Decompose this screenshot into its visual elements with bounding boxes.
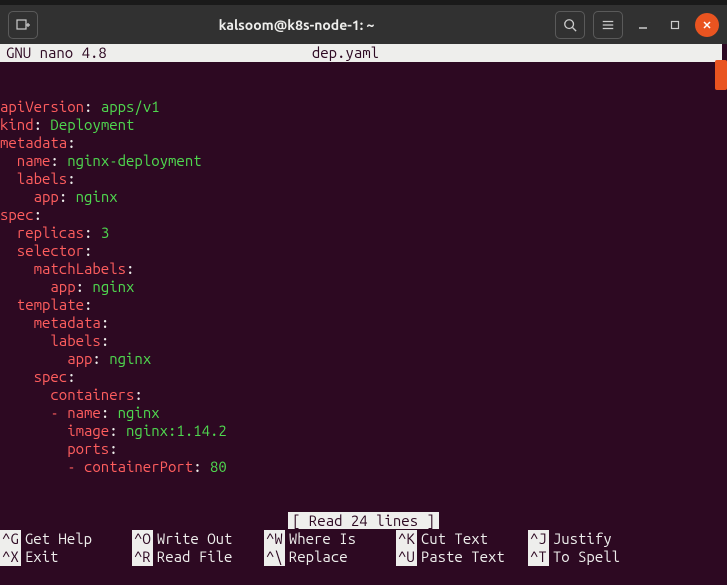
search-icon xyxy=(563,18,577,32)
code-line: metadata: xyxy=(0,134,727,152)
code-line: kind: Deployment xyxy=(0,116,727,134)
shortcut-label: Where Is xyxy=(289,530,356,548)
shortcut-key: ^T xyxy=(528,548,549,566)
status-line: [ Read 24 lines ] xyxy=(0,512,727,530)
code-line: spec: xyxy=(0,206,727,224)
shortcut-key: ^K xyxy=(396,530,417,548)
editor-content[interactable]: apiVersion: apps/v1kind: Deploymentmetad… xyxy=(0,62,727,512)
code-line: spec: xyxy=(0,368,727,386)
minimize-button[interactable] xyxy=(631,13,655,37)
menu-button[interactable] xyxy=(593,11,623,39)
code-line: selector: xyxy=(0,242,727,260)
scrollbar-thumb[interactable] xyxy=(715,60,727,90)
code-line: name: nginx-deployment xyxy=(0,152,727,170)
titlebar-right xyxy=(555,11,719,39)
shortcut-item: ^RRead File xyxy=(132,548,264,566)
shortcut-key: ^\ xyxy=(264,548,285,566)
code-line: image: nginx:1.14.2 xyxy=(0,422,727,440)
code-line: - name: nginx xyxy=(0,404,727,422)
status-message: [ Read 24 lines ] xyxy=(288,512,439,529)
code-line: containers: xyxy=(0,386,727,404)
shortcut-label: Get Help xyxy=(25,530,92,548)
shortcut-item: ^XExit xyxy=(0,548,132,566)
code-line: app: nginx xyxy=(0,350,727,368)
code-line: - containerPort: 80 xyxy=(0,458,727,476)
shortcut-item: ^JJustify xyxy=(528,530,660,548)
shortcut-label: Write Out xyxy=(157,530,233,548)
shortcut-label: To Spell xyxy=(553,548,620,566)
new-tab-button[interactable] xyxy=(8,11,38,39)
maximize-icon xyxy=(670,20,680,30)
titlebar-left xyxy=(8,11,38,39)
shortcut-item: ^KCut Text xyxy=(396,530,528,548)
nano-app-name: GNU nano 4.8 xyxy=(6,44,107,62)
shortcut-key: ^X xyxy=(0,548,21,566)
code-line: app: nginx xyxy=(0,188,727,206)
maximize-button[interactable] xyxy=(663,13,687,37)
tab-plus-icon xyxy=(15,17,31,33)
code-line: app: nginx xyxy=(0,278,727,296)
shortcut-label: Replace xyxy=(289,548,348,566)
shortcut-item: ^UPaste Text xyxy=(396,548,528,566)
code-line: replicas: 3 xyxy=(0,224,727,242)
window-title: kalsoom@k8s-node-1: ~ xyxy=(38,17,555,33)
search-button[interactable] xyxy=(555,11,585,39)
code-line: template: xyxy=(0,296,727,314)
shortcut-key: ^G xyxy=(0,530,21,548)
close-icon xyxy=(702,20,712,30)
shortcut-item: ^TTo Spell xyxy=(528,548,660,566)
shortcut-label: Cut Text xyxy=(421,530,488,548)
shortcut-key: ^R xyxy=(132,548,153,566)
shortcut-label: Exit xyxy=(25,548,59,566)
close-button[interactable] xyxy=(695,13,719,37)
code-line: apiVersion: apps/v1 xyxy=(0,98,727,116)
shortcut-bar: ^GGet Help^OWrite Out^WWhere Is^KCut Tex… xyxy=(0,530,727,566)
shortcut-label: Justify xyxy=(553,530,612,548)
shortcut-label: Read File xyxy=(157,548,233,566)
titlebar: kalsoom@k8s-node-1: ~ xyxy=(0,0,727,44)
shortcut-key: ^U xyxy=(396,548,417,566)
shortcut-item: ^WWhere Is xyxy=(264,530,396,548)
code-line: ports: xyxy=(0,440,727,458)
shortcut-item: ^OWrite Out xyxy=(132,530,264,548)
nano-filename: dep.yaml xyxy=(312,44,379,62)
code-line: labels: xyxy=(0,170,727,188)
shortcut-key: ^O xyxy=(132,530,153,548)
shortcut-item: ^GGet Help xyxy=(0,530,132,548)
shortcut-key: ^W xyxy=(264,530,285,548)
shortcut-key: ^J xyxy=(528,530,549,548)
minimize-icon xyxy=(638,20,648,30)
code-line: labels: xyxy=(0,332,727,350)
shortcut-item: ^\Replace xyxy=(264,548,396,566)
code-line: metadata: xyxy=(0,314,727,332)
shortcut-label: Paste Text xyxy=(421,548,505,566)
code-line: matchLabels: xyxy=(0,260,727,278)
nano-header: GNU nano 4.8 dep.yaml xyxy=(0,44,722,62)
hamburger-icon xyxy=(601,18,615,32)
